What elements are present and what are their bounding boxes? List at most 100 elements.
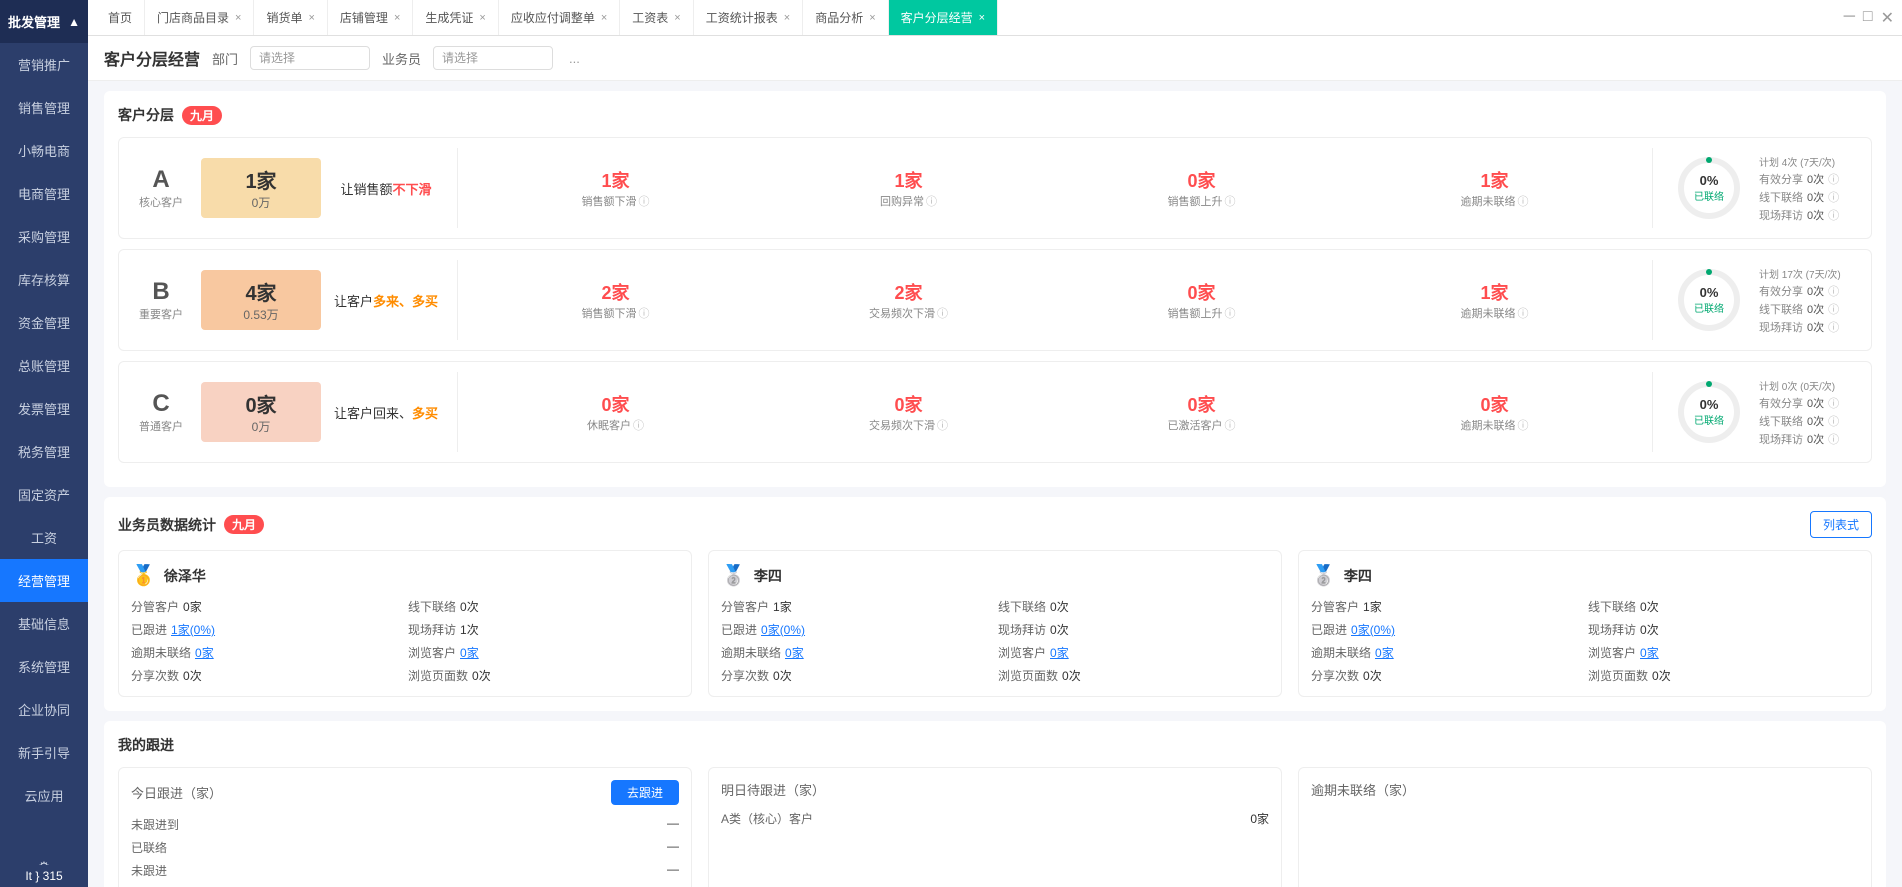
tab-店铺管理[interactable]: 店铺管理× xyxy=(328,0,413,36)
biz-row-val[interactable]: 0家 xyxy=(195,644,214,661)
sidebar-header[interactable]: 批发管理 ▲ xyxy=(0,0,88,43)
biz-row-val[interactable]: 0家 xyxy=(1640,644,1659,661)
tab-生成凭证[interactable]: 生成凭证× xyxy=(413,0,498,36)
tab-close-icon[interactable]: × xyxy=(869,12,875,24)
follow-row-label: 已联络 xyxy=(131,839,167,856)
biz-card-item: 分享次数0次 xyxy=(131,667,402,684)
info-icon[interactable]: ⓘ xyxy=(937,417,948,433)
biz-card-header: 🥈李四 xyxy=(1311,563,1859,588)
tier-metric-label: 交易频次下滑 ⓘ xyxy=(869,305,948,321)
tier-divider-2 xyxy=(1652,260,1653,340)
info-icon[interactable]: ⓘ xyxy=(1518,193,1529,209)
sidebar-item-系统管理[interactable]: 系统管理 xyxy=(0,645,88,688)
sidebar-item-基础信息[interactable]: 基础信息 xyxy=(0,602,88,645)
tier-circle-block: 0% 已联络 xyxy=(1669,372,1749,452)
tier-stats-item: 有效分享0次ⓘ xyxy=(1759,171,1859,187)
tab-close-icon[interactable]: × xyxy=(601,12,607,24)
tab-首页[interactable]: 首页 xyxy=(96,0,145,36)
sidebar-item-营销推广[interactable]: 营销推广 xyxy=(0,43,88,86)
stats-info-icon[interactable]: ⓘ xyxy=(1828,431,1839,447)
sidebar-item-企业协同[interactable]: 企业协同 xyxy=(0,688,88,731)
follow-col-title: 明日待跟进（家） xyxy=(721,780,1269,799)
tabs-container: 首页门店商品目录×销货单×店铺管理×生成凭证×应收应付调整单×工资表×工资统计报… xyxy=(96,0,1844,36)
sidebar-item-电商管理[interactable]: 电商管理 xyxy=(0,172,88,215)
info-icon[interactable]: ⓘ xyxy=(633,417,644,433)
sidebar-item-税务管理[interactable]: 税务管理 xyxy=(0,430,88,473)
tab-工资统计报表[interactable]: 工资统计报表× xyxy=(694,0,803,36)
tier-metric: 1家销售额下滑 ⓘ xyxy=(474,167,757,209)
tab-应收应付调整单[interactable]: 应收应付调整单× xyxy=(499,0,620,36)
dept-select[interactable]: 请选择 xyxy=(250,46,370,70)
biz-row-val[interactable]: 0家 xyxy=(1050,644,1069,661)
tab-close-icon[interactable]: × xyxy=(674,12,680,24)
biz-row-val[interactable]: 0家 xyxy=(785,644,804,661)
stats-info-icon[interactable]: ⓘ xyxy=(1828,395,1839,411)
window-minimize-icon[interactable]: ─ xyxy=(1844,8,1855,28)
stats-info-icon[interactable]: ⓘ xyxy=(1828,413,1839,429)
biz-row-val[interactable]: 1家(0%) xyxy=(171,621,215,638)
stats-info-icon[interactable]: ⓘ xyxy=(1828,189,1839,205)
biz-card-item: 浏览页面数0次 xyxy=(1588,667,1859,684)
biz-row-val[interactable]: 0家(0%) xyxy=(761,621,805,638)
info-icon[interactable]: ⓘ xyxy=(1225,305,1236,321)
sidebar-item-小畅电商[interactable]: 小畅电商 xyxy=(0,129,88,172)
stats-info-icon[interactable]: ⓘ xyxy=(1828,171,1839,187)
stats-val: 0次 xyxy=(1807,207,1824,223)
filter-more[interactable]: ... xyxy=(569,51,580,66)
tab-客户分层经营[interactable]: 客户分层经营× xyxy=(889,0,998,36)
sidebar-item-新手引导[interactable]: 新手引导 xyxy=(0,731,88,774)
tab-close-icon[interactable]: × xyxy=(235,12,241,24)
stats-val: 0次 xyxy=(1807,283,1824,299)
sidebar-item-资金管理[interactable]: 资金管理 xyxy=(0,301,88,344)
sidebar-item-库存核算[interactable]: 库存核算 xyxy=(0,258,88,301)
biz-row-val[interactable]: 0家 xyxy=(460,644,479,661)
sidebar-collapse-icon[interactable]: ▲ xyxy=(68,15,80,29)
tier-metric: 0家逾期未联络 ⓘ xyxy=(1353,391,1636,433)
sidebar-item-总账管理[interactable]: 总账管理 xyxy=(0,344,88,387)
sidebar-item-销售管理[interactable]: 销售管理 xyxy=(0,86,88,129)
sidebar-item-发票管理[interactable]: 发票管理 xyxy=(0,387,88,430)
stats-info-icon[interactable]: ⓘ xyxy=(1828,301,1839,317)
tab-close-icon[interactable]: × xyxy=(979,12,985,24)
tier-stats-list: 计划 0次 (0天/次)有效分享0次ⓘ线下联络0次ⓘ现场拜访0次ⓘ xyxy=(1759,378,1859,447)
info-icon[interactable]: ⓘ xyxy=(937,305,948,321)
stats-info-icon[interactable]: ⓘ xyxy=(1828,207,1839,223)
page-content: 客户分层经营 部门 请选择 业务员 请选择 ... 客户分层 九月 A核心客户1… xyxy=(88,36,1902,887)
biz-card-item: 浏览客户0家 xyxy=(408,644,679,661)
customer-section: 客户分层 九月 A核心客户1家0万让销售额不下滑1家销售额下滑 ⓘ1家回购异常 … xyxy=(104,91,1886,487)
sales-select[interactable]: 请选择 xyxy=(433,46,553,70)
tab-close-icon[interactable]: × xyxy=(394,12,400,24)
follow-goto-btn[interactable]: 去跟进 xyxy=(611,780,679,805)
tab-商品分析[interactable]: 商品分析× xyxy=(803,0,888,36)
info-icon[interactable]: ⓘ xyxy=(639,305,650,321)
window-close-icon[interactable]: ✕ xyxy=(1881,8,1894,28)
info-icon[interactable]: ⓘ xyxy=(639,193,650,209)
slogan-highlight: 多来、多买 xyxy=(373,294,438,309)
biz-row-val[interactable]: 0家(0%) xyxy=(1351,621,1395,638)
sales-label: 业务员 xyxy=(382,49,421,68)
tier-metric: 1家逾期未联络 ⓘ xyxy=(1353,167,1636,209)
info-icon[interactable]: ⓘ xyxy=(1518,417,1529,433)
info-icon[interactable]: ⓘ xyxy=(926,193,937,209)
tab-close-icon[interactable]: × xyxy=(308,12,314,24)
stats-info-icon[interactable]: ⓘ xyxy=(1828,283,1839,299)
sidebar-item-云应用[interactable]: 云应用 xyxy=(0,774,88,817)
sidebar-item-固定资产[interactable]: 固定资产 xyxy=(0,473,88,516)
sidebar-item-采购管理[interactable]: 采购管理 xyxy=(0,215,88,258)
tab-close-icon[interactable]: × xyxy=(784,12,790,24)
info-icon[interactable]: ⓘ xyxy=(1518,305,1529,321)
stats-info-icon[interactable]: ⓘ xyxy=(1828,319,1839,335)
tab-close-icon[interactable]: × xyxy=(479,12,485,24)
info-icon[interactable]: ⓘ xyxy=(1225,417,1236,433)
biz-row-val[interactable]: 0家 xyxy=(1375,644,1394,661)
tab-工资表[interactable]: 工资表× xyxy=(620,0,693,36)
sidebar-item-工资[interactable]: 工资 xyxy=(0,516,88,559)
tier-metric-label: 回购异常 ⓘ xyxy=(880,193,937,209)
info-icon[interactable]: ⓘ xyxy=(1225,193,1236,209)
tab-销货单[interactable]: 销货单× xyxy=(254,0,327,36)
tab-门店商品目录[interactable]: 门店商品目录× xyxy=(145,0,254,36)
list-btn[interactable]: 列表式 xyxy=(1810,511,1872,538)
tier-circle-text: 0% 已联络 xyxy=(1694,173,1724,203)
sidebar-item-经营管理[interactable]: 经营管理 xyxy=(0,559,88,602)
window-maximize-icon[interactable]: □ xyxy=(1863,8,1873,28)
